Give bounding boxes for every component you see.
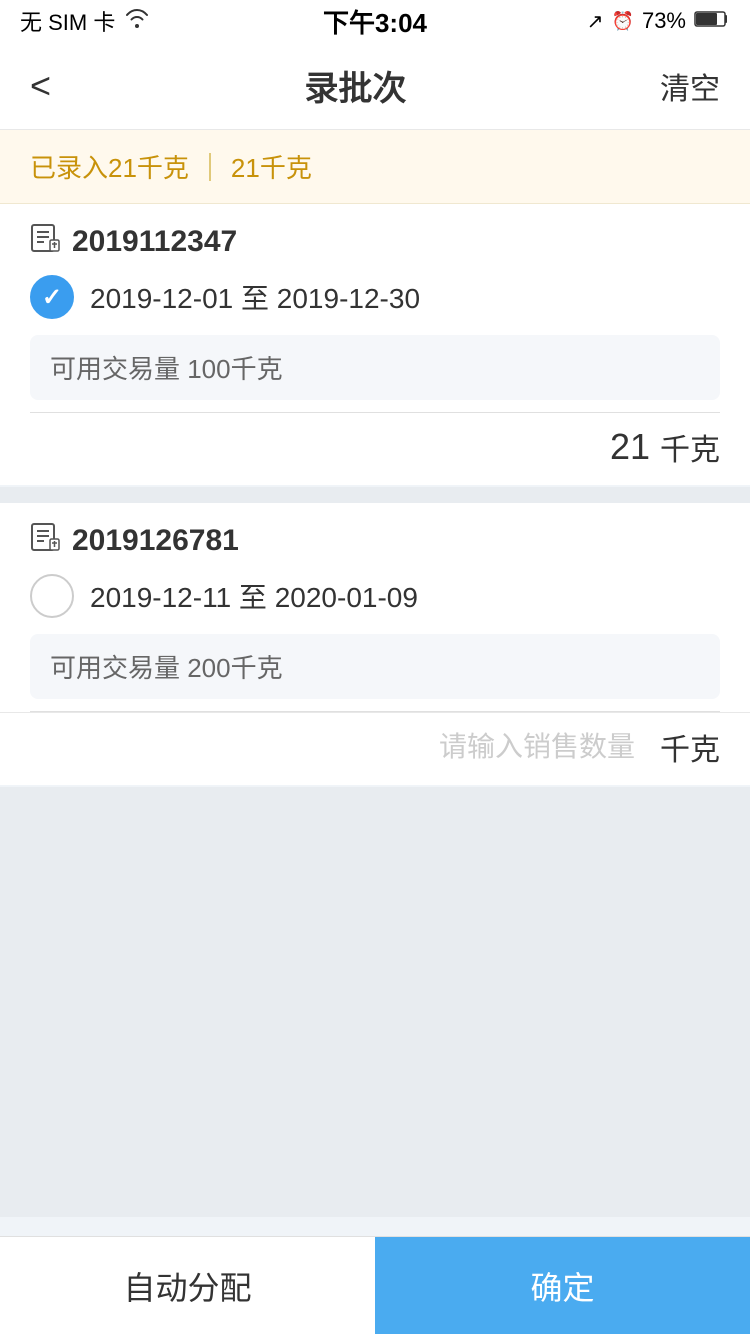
quantity-unit-2: 千克 [660,725,720,769]
batch-doc-icon-2 [30,523,60,558]
quantity-unit-1: 千克 [660,425,720,469]
radio-btn-2[interactable] [30,574,74,618]
radio-btn-1[interactable] [30,275,74,319]
avail-row-2: 可用交易量 200千克 [30,634,720,699]
quantity-row-1: 21 千克 [0,413,750,485]
avail-row-1: 可用交易量 100千克 [30,335,720,400]
batch-id-2: 2019126781 [72,524,239,558]
wifi-icon [123,8,151,34]
batch-card-1: 2019112347 2019-12-01 至 2019-12-30 可用交易量… [0,204,750,485]
confirm-button[interactable]: 确定 [375,1237,750,1334]
status-left: 无 SIM 卡 [20,5,151,37]
batch-card-2: 2019126781 2019-12-11 至 2020-01-09 可用交易量… [0,503,750,785]
status-bar: 无 SIM 卡 下午3:04 ↗ ⏰ 73% [0,0,750,42]
quantity-value-1: 21 [610,426,650,468]
alarm-icon: ⏰ [612,11,634,32]
batch-header-2: 2019126781 [0,503,750,566]
quantity-input-2[interactable] [30,731,650,763]
section-separator [0,487,750,503]
batch-header-1: 2019112347 [0,204,750,267]
batch-doc-icon-1 [30,224,60,259]
back-button[interactable]: < [30,65,51,107]
batch-date-2: 2019-12-11 至 2020-01-09 [90,576,418,616]
info-banner: 已录入21千克 21千克 [0,130,750,204]
recorded-value: 21千克 [231,148,312,185]
location-icon: ↗ [587,9,604,34]
carrier-text: 无 SIM 卡 [20,5,115,37]
battery-text: 73% [642,8,686,34]
recorded-amount: 已录入21千克 [30,148,189,185]
batch-date-1: 2019-12-01 至 2019-12-30 [90,277,420,317]
status-right: ↗ ⏰ 73% [587,8,730,34]
page-title: 录批次 [305,61,407,110]
batch-row-1[interactable]: 2019-12-01 至 2019-12-30 [0,267,750,327]
auto-distribute-button[interactable]: 自动分配 [0,1237,375,1334]
clear-button[interactable]: 清空 [660,64,720,108]
banner-divider [209,153,211,181]
gray-area [0,787,750,1217]
bottom-bar: 自动分配 确定 [0,1236,750,1334]
status-time: 下午3:04 [323,3,427,40]
battery-icon [694,8,730,34]
quantity-input-row-2[interactable]: 千克 [0,712,750,785]
batch-row-2[interactable]: 2019-12-11 至 2020-01-09 [0,566,750,626]
nav-bar: < 录批次 清空 [0,42,750,130]
batch-id-1: 2019112347 [72,225,237,259]
